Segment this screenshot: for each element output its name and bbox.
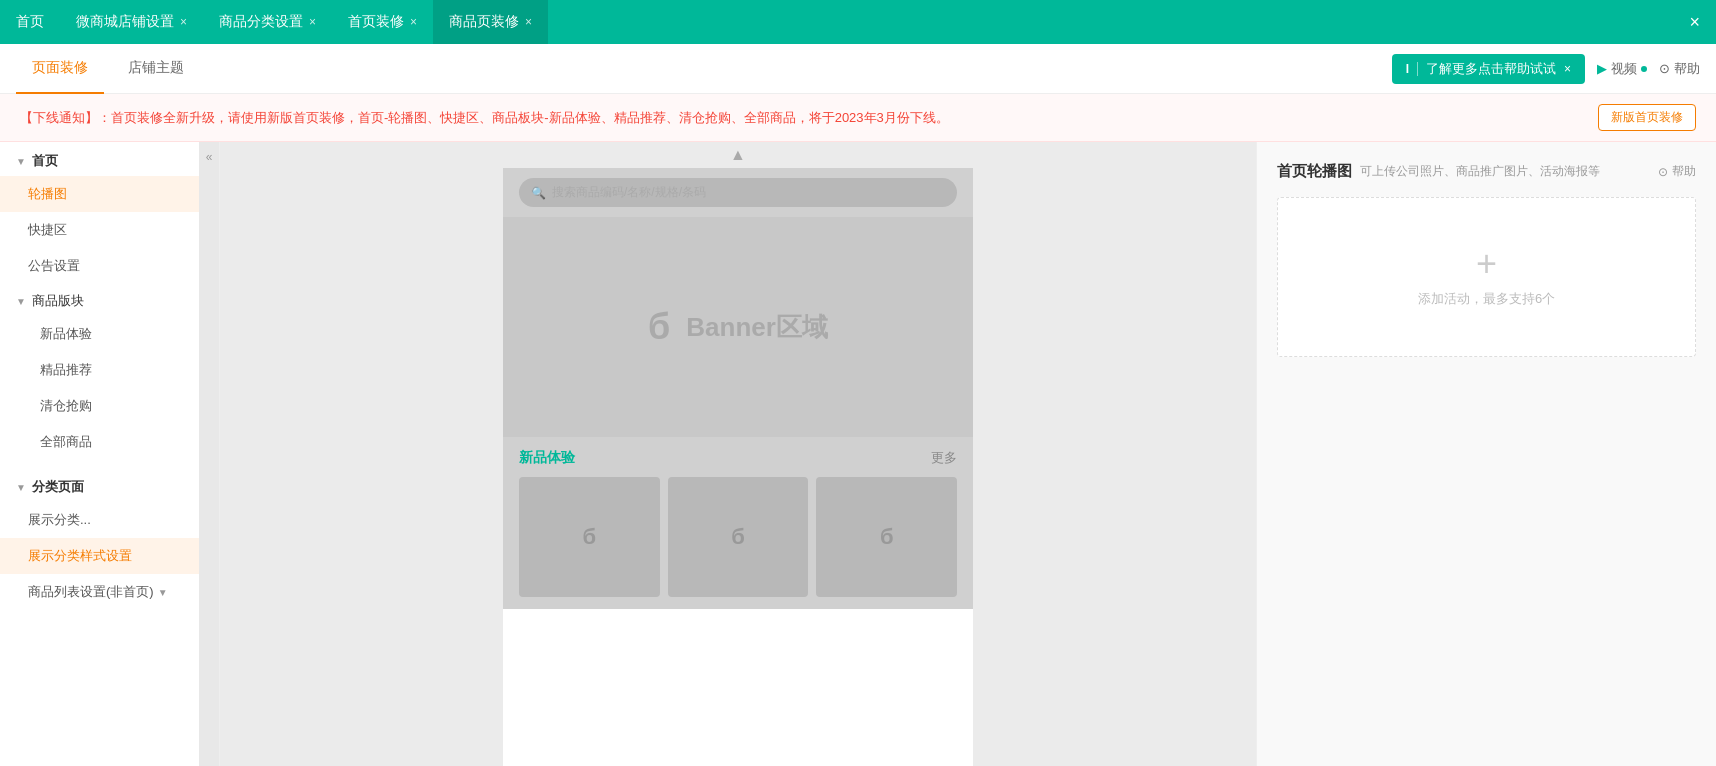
banner-content: б Banner区域 (648, 306, 828, 348)
phone-search-field[interactable]: 🔍 搜索商品编码/名称/规格/条码 (519, 178, 957, 207)
add-icon: + (1476, 246, 1497, 282)
new-product-more[interactable]: 更多 (931, 449, 957, 467)
chevron-down-icon: ▼ (158, 587, 168, 598)
phone-preview: 🔍 搜索商品编码/名称/规格/条码 б Banner区域 新品体验 更多 б (503, 168, 973, 766)
nav-tab-category-settings[interactable]: 商品分类设置 × (203, 0, 332, 44)
sidebar-item-shortcut[interactable]: 快捷区 (0, 212, 199, 248)
sub-tab-right-actions: ▶ 视频 ⊙ 帮助 (1597, 60, 1700, 78)
arrow-home: ▼ (16, 156, 26, 167)
sidebar-section-category[interactable]: ▼ 分类页面 (0, 468, 199, 502)
sidebar-section-home[interactable]: ▼ 首页 (0, 142, 199, 176)
scroll-up-icon[interactable]: ▲ (730, 146, 746, 164)
product-item-1[interactable]: б (519, 477, 660, 597)
new-product-title: 新品体验 (519, 449, 575, 467)
sidebar-item-featured[interactable]: 精品推荐 (0, 352, 199, 388)
sidebar-item-announcement[interactable]: 公告设置 (0, 248, 199, 284)
new-product-header: 新品体验 更多 (519, 449, 957, 467)
sidebar-item-new-experience[interactable]: 新品体验 (0, 316, 199, 352)
close-category-settings[interactable]: × (309, 15, 316, 29)
help-banner-close[interactable]: × (1564, 62, 1571, 76)
new-version-button[interactable]: 新版首页装修 (1598, 104, 1696, 131)
close-home-decoration[interactable]: × (410, 15, 417, 29)
dot-indicator (1641, 66, 1647, 72)
product-grid: б б б (519, 477, 957, 597)
close-product-decoration[interactable]: × (525, 15, 532, 29)
sidebar-collapse-button[interactable]: « (199, 142, 219, 766)
product-item-2[interactable]: б (668, 477, 809, 597)
sidebar-item-clearance[interactable]: 清仓抢购 (0, 388, 199, 424)
nav-tab-store-settings[interactable]: 微商城店铺设置 × (60, 0, 203, 44)
top-nav: 首页 微商城店铺设置 × 商品分类设置 × 首页装修 × 商品页装修 × × (0, 0, 1716, 44)
sub-tabs-bar: 页面装修 店铺主题 I 了解更多点击帮助试试 × ▶ 视频 ⊙ 帮助 (0, 44, 1716, 94)
nav-tab-product-decoration[interactable]: 商品页装修 × (433, 0, 548, 44)
right-panel-header: 首页轮播图 可上传公司照片、商品推广图片、活动海报等 ⊙ 帮助 (1277, 162, 1696, 181)
close-store-settings[interactable]: × (180, 15, 187, 29)
window-close-button[interactable]: × (1673, 0, 1716, 44)
sidebar-subsection-product[interactable]: ▼ 商品版块 (0, 284, 199, 316)
banner-logo-icon: б (648, 306, 670, 348)
help-button[interactable]: ⊙ 帮助 (1659, 60, 1700, 78)
play-icon: ▶ (1597, 61, 1607, 76)
sidebar-item-category-style[interactable]: 展示分类样式设置 (0, 538, 199, 574)
chevron-left-icon: « (206, 150, 213, 164)
nav-tab-home-decoration[interactable]: 首页装修 × (332, 0, 433, 44)
add-activity-box[interactable]: + 添加活动，最多支持6个 (1277, 197, 1696, 357)
sidebar-item-product-list[interactable]: 商品列表设置(非首页) ▼ (0, 574, 199, 610)
arrow-product: ▼ (16, 296, 26, 307)
help-banner[interactable]: I 了解更多点击帮助试试 × (1392, 54, 1585, 84)
search-icon: 🔍 (531, 186, 546, 200)
banner-label: Banner区域 (686, 310, 828, 345)
sidebar-item-carousel[interactable]: 轮播图 (0, 176, 199, 212)
sidebar-item-show-category[interactable]: 展示分类... (0, 502, 199, 538)
right-panel-subtitle: 可上传公司照片、商品推广图片、活动海报等 (1360, 163, 1600, 180)
video-button[interactable]: ▶ 视频 (1597, 60, 1647, 78)
banner-area[interactable]: б Banner区域 (503, 217, 973, 437)
right-panel-help[interactable]: ⊙ 帮助 (1658, 163, 1696, 180)
main-layout: ▼ 首页 轮播图 快捷区 公告设置 ▼ 商品版块 新品体验 精品推荐 (0, 142, 1716, 766)
notice-bar: 【下线通知】：首页装修全新升级，请使用新版首页装修，首页-轮播图、快捷区、商品板… (0, 94, 1716, 142)
question-circle-icon: ⊙ (1658, 165, 1668, 179)
nav-tab-home[interactable]: 首页 (0, 0, 60, 44)
new-product-section: 新品体验 更多 б б б (503, 437, 973, 609)
sidebar-item-all-products[interactable]: 全部商品 (0, 424, 199, 460)
question-icon: ⊙ (1659, 61, 1670, 76)
right-panel-title: 首页轮播图 (1277, 162, 1352, 181)
right-panel: 首页轮播图 可上传公司照片、商品推广图片、活动海报等 ⊙ 帮助 + 添加活动，最… (1256, 142, 1716, 766)
add-activity-label: 添加活动，最多支持6个 (1418, 290, 1555, 308)
product-item-3[interactable]: б (816, 477, 957, 597)
sidebar: ▼ 首页 轮播图 快捷区 公告设置 ▼ 商品版块 新品体验 精品推荐 (0, 142, 220, 766)
preview-area: ▲ 🔍 搜索商品编码/名称/规格/条码 б Banner区域 新品体验 (220, 142, 1256, 766)
arrow-category: ▼ (16, 482, 26, 493)
tab-page-decoration[interactable]: 页面装修 (16, 44, 104, 94)
phone-search-bar: 🔍 搜索商品编码/名称/规格/条码 (503, 168, 973, 217)
tab-store-theme[interactable]: 店铺主题 (112, 44, 200, 94)
